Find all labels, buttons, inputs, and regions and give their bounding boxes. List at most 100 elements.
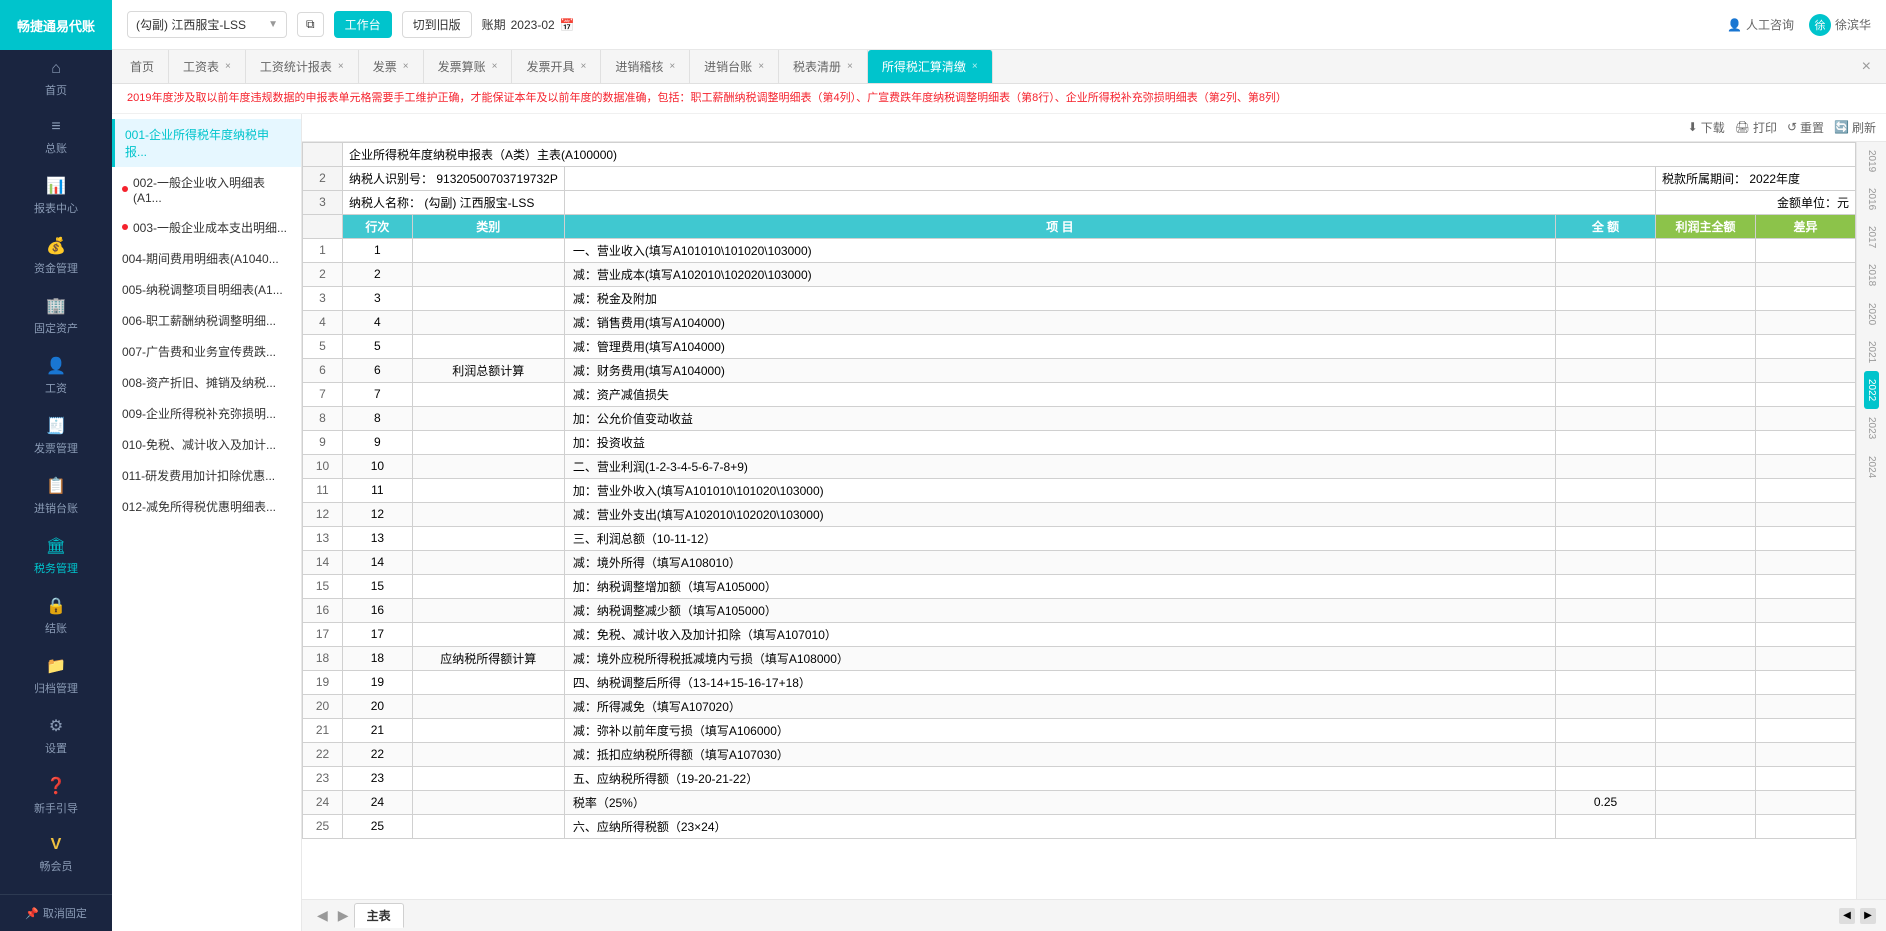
company-selector[interactable]: (勾副) 江西服宝-LSS ▼ bbox=[127, 11, 287, 38]
left-item-011[interactable]: 011-研发费用加计扣除优惠... bbox=[112, 460, 301, 491]
user-name: 徐滨华 bbox=[1835, 16, 1871, 33]
switch-version-button[interactable]: 切到旧版 bbox=[402, 11, 472, 38]
scroll-right[interactable]: ▶ bbox=[1860, 908, 1876, 924]
tab-income-tax-close[interactable]: × bbox=[972, 61, 978, 72]
sidebar-item-member[interactable]: V 畅会员 bbox=[0, 826, 112, 884]
sidebar-item-home[interactable]: ⌂ 首页 bbox=[0, 50, 112, 108]
tab-purchase-check-close[interactable]: × bbox=[669, 61, 675, 72]
left-item-009[interactable]: 009-企业所得税补充弥损明... bbox=[112, 398, 301, 429]
sheet-prev[interactable]: ◀ bbox=[312, 907, 333, 924]
guide-icon: ❓ bbox=[46, 776, 66, 796]
left-item-007[interactable]: 007-广告费和业务宣传费跌... bbox=[112, 336, 301, 367]
tab-invoice-open-label: 发票开具 bbox=[526, 58, 574, 75]
sheet-toolbar: ⬇ 下载 🖨 打印 ↺ 重置 🔄 刷新 bbox=[302, 114, 1886, 142]
tabbar-close-all[interactable]: × bbox=[1857, 58, 1876, 76]
download-label: 下载 bbox=[1701, 119, 1725, 136]
sidebar-item-guide[interactable]: ❓ 新手引导 bbox=[0, 766, 112, 826]
sidebar-item-invoice[interactable]: 🧾 发票管理 bbox=[0, 406, 112, 466]
timeline-year-2018[interactable]: 2018 bbox=[1864, 256, 1879, 294]
copy-button[interactable]: ⧉ bbox=[297, 12, 324, 37]
table-container[interactable]: 企业所得税年度纳税申报表（A类）主表(A100000) 2 纳税人识别号： 91… bbox=[302, 142, 1856, 900]
refresh-button[interactable]: 🔄 刷新 bbox=[1834, 119, 1876, 136]
timeline-year-2019[interactable]: 2019 bbox=[1864, 142, 1879, 180]
sidebar-item-settings[interactable]: ⚙ 设置 bbox=[0, 706, 112, 766]
content-area: 001-企业所得税年度纳税申报... 002-一般企业收入明细表(A1... 0… bbox=[112, 114, 1886, 931]
left-item-008[interactable]: 008-资产折旧、摊销及纳税... bbox=[112, 367, 301, 398]
unit-label: 金额单位：元 bbox=[1777, 196, 1849, 210]
sidebar-label-guide: 新手引导 bbox=[34, 800, 78, 816]
table-row: 88加：公允价值变动收益 bbox=[303, 406, 1856, 430]
notice-text: 2019年度涉及取以前年度违规数据的申报表单元格需要手工维护正确，才能保证本年及… bbox=[127, 92, 1287, 104]
table-row: 2525六、应纳所得税额（23×24） bbox=[303, 814, 1856, 838]
sidebar-item-fixed-assets[interactable]: 🏢 固定资产 bbox=[0, 286, 112, 346]
reset-button[interactable]: ↺ 重置 bbox=[1787, 119, 1824, 136]
tab-payroll-stats-close[interactable]: × bbox=[338, 61, 344, 72]
tab-tax-clear[interactable]: 税表清册 × bbox=[779, 50, 868, 83]
tab-invoice-open-close[interactable]: × bbox=[580, 61, 586, 72]
left-item-002[interactable]: 002-一般企业收入明细表(A1... bbox=[112, 167, 301, 212]
taxpayer-name-label: 纳税人名称： bbox=[349, 196, 421, 210]
unpin-button[interactable]: 📌 取消固定 bbox=[0, 894, 112, 931]
left-item-010[interactable]: 010-免税、减计收入及加计... bbox=[112, 429, 301, 460]
tab-invoice-close[interactable]: × bbox=[403, 61, 409, 72]
sidebar-item-payroll[interactable]: 👤 工资 bbox=[0, 346, 112, 406]
col-header-lr: 利润主全额 bbox=[1656, 214, 1756, 238]
notice-bar: 2019年度涉及取以前年度违规数据的申报表单元格需要手工维护正确，才能保证本年及… bbox=[112, 84, 1886, 114]
timeline-year-2017[interactable]: 2017 bbox=[1864, 218, 1879, 256]
sidebar-item-general-ledger[interactable]: ≡ 总账 bbox=[0, 108, 112, 166]
table-row: 44减：销售费用(填写A104000) bbox=[303, 310, 1856, 334]
tab-invoice-calc-label: 发票算账 bbox=[438, 58, 486, 75]
report-icon: 📊 bbox=[46, 176, 66, 196]
invoice-icon: 🧾 bbox=[46, 416, 66, 436]
sidebar-item-report-center[interactable]: 📊 报表中心 bbox=[0, 166, 112, 226]
sidebar-item-capital[interactable]: 💰 资金管理 bbox=[0, 226, 112, 286]
sidebar-item-tax[interactable]: 🏛 税务管理 bbox=[0, 526, 112, 586]
tab-purchase-ledger[interactable]: 进销台账 × bbox=[690, 50, 779, 83]
sheet-tab-main[interactable]: 主表 bbox=[354, 903, 404, 928]
left-item-006[interactable]: 006-职工薪酬纳税调整明细... bbox=[112, 305, 301, 336]
sidebar-item-archive[interactable]: 📁 归档管理 bbox=[0, 646, 112, 706]
timeline-year-2023[interactable]: 2023 bbox=[1864, 409, 1879, 447]
tab-home-label: 首页 bbox=[130, 58, 154, 75]
left-item-003[interactable]: 003-一般企业成本支出明细... bbox=[112, 212, 301, 243]
left-item-006-label: 006-职工薪酬纳税调整明细... bbox=[122, 312, 276, 329]
reset-label: 重置 bbox=[1800, 119, 1824, 136]
sidebar-label-member: 畅会员 bbox=[40, 858, 73, 874]
tab-purchase-ledger-close[interactable]: × bbox=[758, 61, 764, 72]
table-row: 2121减：弥补以前年度亏损（填写A106000） bbox=[303, 718, 1856, 742]
tab-purchase-check[interactable]: 进销稽核 × bbox=[601, 50, 690, 83]
tab-invoice-calc-close[interactable]: × bbox=[492, 61, 498, 72]
tab-payroll[interactable]: 工资表 × bbox=[169, 50, 246, 83]
archive-icon: 📁 bbox=[46, 656, 66, 676]
calendar-icon[interactable]: 📅 bbox=[560, 18, 575, 32]
print-button[interactable]: 🖨 打印 bbox=[1735, 119, 1777, 136]
sheet-next[interactable]: ▶ bbox=[333, 907, 354, 924]
timeline-year-2022[interactable]: 2022 bbox=[1864, 371, 1879, 409]
service-button[interactable]: 👤 人工咨询 bbox=[1727, 16, 1794, 33]
timeline-year-2021[interactable]: 2021 bbox=[1864, 333, 1879, 371]
left-item-001[interactable]: 001-企业所得税年度纳税申报... bbox=[112, 119, 301, 167]
timeline-year-2020[interactable]: 2020 bbox=[1864, 295, 1879, 333]
sidebar-label-home: 首页 bbox=[45, 82, 67, 98]
tab-income-tax[interactable]: 所得税汇算清缴 × bbox=[868, 50, 993, 83]
user-menu[interactable]: 徐 徐滨华 bbox=[1809, 14, 1871, 36]
left-panel: 001-企业所得税年度纳税申报... 002-一般企业收入明细表(A1... 0… bbox=[112, 114, 302, 931]
tab-payroll-stats[interactable]: 工资统计报表 × bbox=[246, 50, 359, 83]
tab-invoice-open[interactable]: 发票开具 × bbox=[512, 50, 601, 83]
download-button[interactable]: ⬇ 下载 bbox=[1688, 119, 1725, 136]
left-item-005[interactable]: 005-纳税调整项目明细表(A1... bbox=[112, 274, 301, 305]
sidebar-item-closing[interactable]: 🔒 结账 bbox=[0, 586, 112, 646]
tab-payroll-close[interactable]: × bbox=[225, 61, 231, 72]
timeline-year-2024[interactable]: 2024 bbox=[1864, 448, 1879, 486]
left-item-012[interactable]: 012-减免所得税优惠明细表... bbox=[112, 491, 301, 522]
scroll-left[interactable]: ◀ bbox=[1839, 908, 1855, 924]
sidebar-item-purchase-sales[interactable]: 📋 进销台账 bbox=[0, 466, 112, 526]
left-item-004[interactable]: 004-期间费用明细表(A1040... bbox=[112, 243, 301, 274]
tab-invoice[interactable]: 发票 × bbox=[359, 50, 424, 83]
tab-tax-clear-close[interactable]: × bbox=[847, 61, 853, 72]
workbench-button[interactable]: 工作台 bbox=[334, 11, 392, 38]
period-display: 账期 2023-02 📅 bbox=[482, 16, 575, 33]
tab-home[interactable]: 首页 bbox=[122, 50, 169, 83]
tab-invoice-calc[interactable]: 发票算账 × bbox=[424, 50, 513, 83]
timeline-year-2016[interactable]: 2016 bbox=[1864, 180, 1879, 218]
